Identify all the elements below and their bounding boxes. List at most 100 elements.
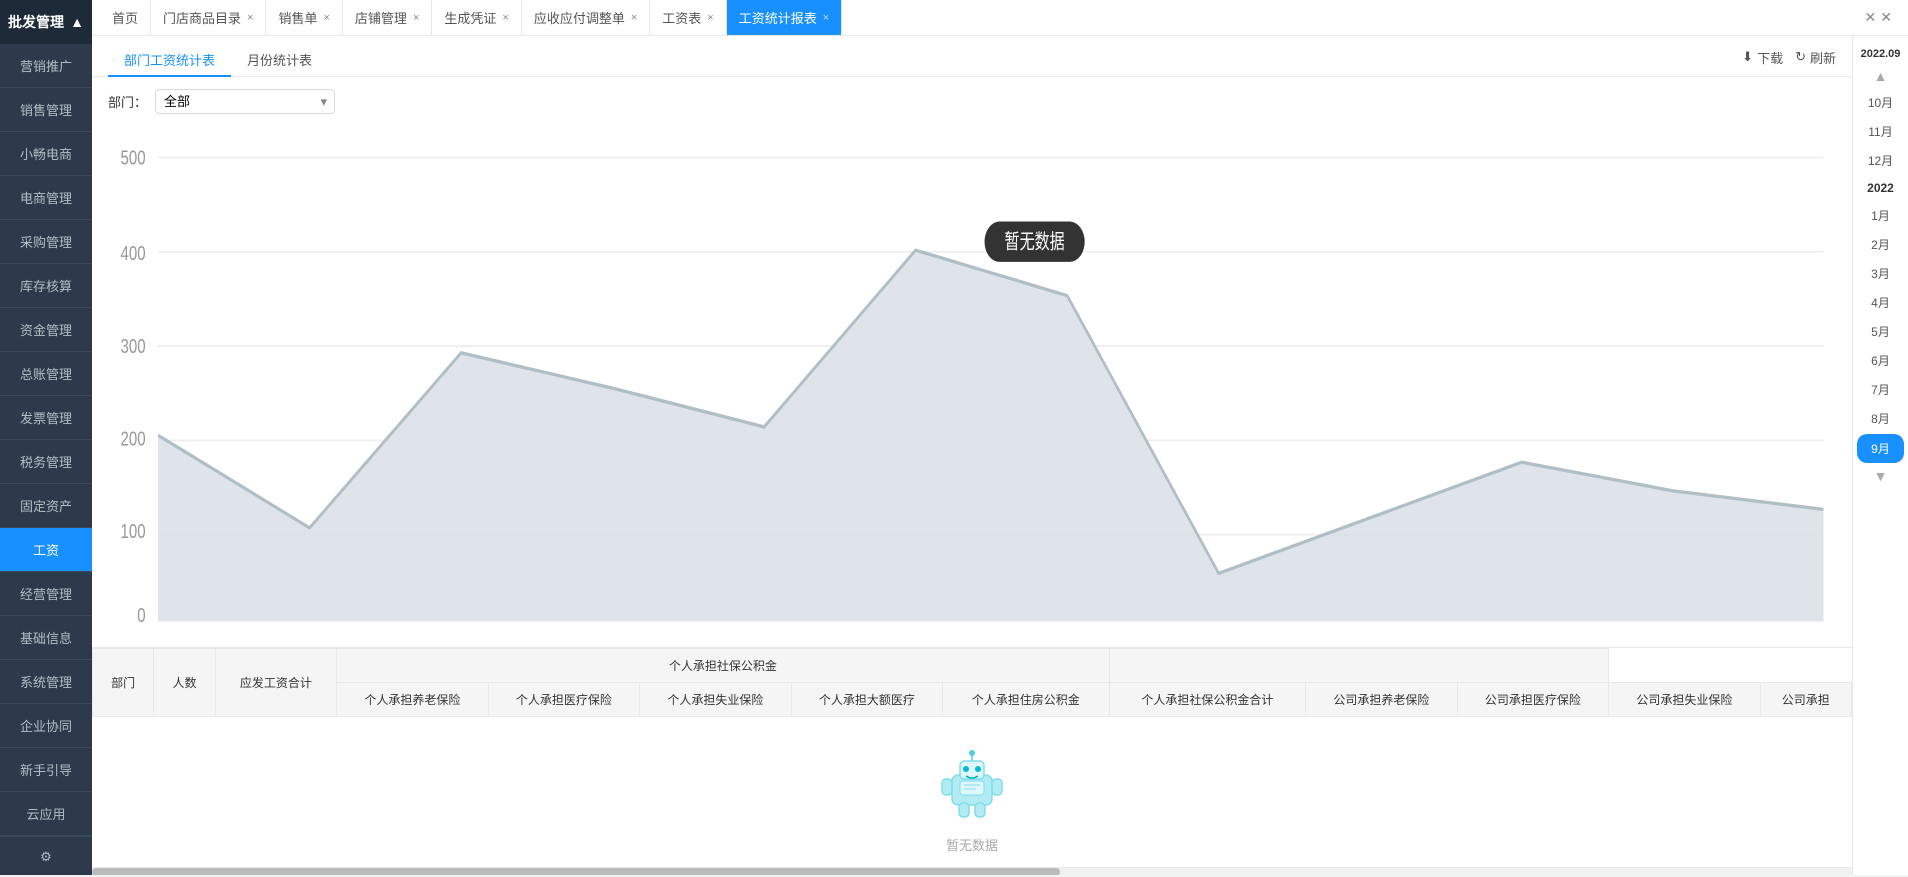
sub-tab-month[interactable]: 月份统计表 — [231, 44, 328, 77]
chart-area: 500 400 300 200 100 0 — [92, 126, 1852, 647]
table-empty-label: 暂无数据 — [946, 835, 998, 854]
horizontal-scrollbar[interactable] — [92, 867, 1852, 875]
th-total-salary: 应发工资合计 — [215, 649, 336, 717]
sidebar-item-xsyd[interactable]: 新手引导 — [0, 748, 92, 792]
timeline-item-sep[interactable]: 9月 — [1857, 434, 1904, 463]
sub-tab-dept[interactable]: 部门工资统计表 — [108, 44, 231, 77]
refresh-button[interactable]: ↻ 刷新 — [1795, 48, 1836, 67]
main-content: 首页 门店商品目录 × 销售单 × 店铺管理 × 生成凭证 × 应收应付调整单 … — [92, 0, 1908, 875]
timeline-item-may[interactable]: 5月 — [1853, 317, 1908, 346]
tab-voucher[interactable]: 生成凭证 × — [432, 0, 521, 36]
sub-tab-bar: 部门工资统计表 月份统计表 ⬇ 下载 ↻ 刷新 — [92, 36, 1852, 77]
sidebar-item-xtgl[interactable]: 系统管理 — [0, 660, 92, 704]
th-c-pension: 公司承担养老保险 — [1306, 683, 1457, 717]
timeline-item-mar[interactable]: 3月 — [1853, 259, 1908, 288]
svg-text:100: 100 — [120, 520, 145, 543]
th-p-housing: 个人承担住房公积金 — [943, 683, 1110, 717]
timeline-item-jul[interactable]: 7月 — [1853, 375, 1908, 404]
tab-close-sales[interactable]: × — [323, 12, 329, 24]
timeline-up-arrow[interactable]: ▲ — [1870, 64, 1892, 88]
timeline-item-dec[interactable]: 12月 — [1853, 146, 1908, 175]
dept-filter-wrap: 全部 — [155, 89, 335, 114]
tab-payroll-report[interactable]: 工资统计报表 × — [727, 0, 842, 36]
tab-close-ar-ap[interactable]: × — [631, 12, 637, 24]
th-c-medical: 公司承担医疗保险 — [1457, 683, 1608, 717]
timeline-item-oct[interactable]: 10月 — [1853, 88, 1908, 117]
download-button[interactable]: ⬇ 下载 — [1742, 48, 1783, 67]
timeline-item-apr[interactable]: 4月 — [1853, 288, 1908, 317]
timeline-year-2022[interactable]: 2022 — [1853, 175, 1908, 201]
th-dept: 部门 — [93, 649, 154, 717]
sidebar-settings[interactable]: ⚙ — [0, 836, 92, 877]
th-p-medical: 个人承担医疗保险 — [488, 683, 639, 717]
th-count: 人数 — [154, 649, 215, 717]
content-area: 部门工资统计表 月份统计表 ⬇ 下载 ↻ 刷新 — [92, 36, 1908, 875]
th-p-pension: 个人承担养老保险 — [337, 683, 488, 717]
svg-text:300: 300 — [120, 335, 145, 358]
timeline-item-nov[interactable]: 11月 — [1853, 117, 1908, 146]
sidebar: 批发管理 ▲ 营销推广 销售管理 小畅电商 电商管理 采购管理 库存核算 资金管… — [0, 0, 92, 875]
timeline-item-jun[interactable]: 6月 — [1853, 346, 1908, 375]
sidebar-item-xcdss[interactable]: 小畅电商 — [0, 132, 92, 176]
gear-icon: ⚙ — [40, 849, 52, 864]
close-all-icon[interactable]: ✕ — [1865, 9, 1877, 26]
tab-close-payroll[interactable]: × — [707, 12, 713, 24]
sidebar-item-dssl[interactable]: 电商管理 — [0, 176, 92, 220]
sidebar-item-cggl[interactable]: 采购管理 — [0, 220, 92, 264]
timeline-panel: 2022.09 ▲ 10月 11月 12月 2022 1月 2月 3月 4月 5… — [1852, 36, 1908, 875]
svg-text:500: 500 — [120, 146, 145, 169]
tab-bar-actions: ✕ ✕ — [1857, 9, 1900, 26]
tab-close-payroll-report[interactable]: × — [823, 12, 829, 24]
table-area: 部门 人数 应发工资合计 个人承担社保公积金 个人承担养老保险 个人承担医疗保险… — [92, 647, 1852, 867]
tab-close-voucher[interactable]: × — [502, 12, 508, 24]
dept-filter-select[interactable]: 全部 — [155, 89, 335, 114]
sidebar-item-jcxx[interactable]: 基础信息 — [0, 616, 92, 660]
svg-text:400: 400 — [120, 242, 145, 265]
filter-bar: 部门： 全部 — [92, 77, 1852, 126]
tab-payroll[interactable]: 工资表 × — [650, 0, 726, 36]
sidebar-item-yxtt[interactable]: 营销推广 — [0, 44, 92, 88]
sidebar-title: 批发管理 — [8, 12, 64, 32]
sidebar-header[interactable]: 批发管理 ▲ — [0, 0, 92, 44]
download-icon: ⬇ — [1742, 49, 1753, 65]
sidebar-item-kchsj[interactable]: 库存核算 — [0, 264, 92, 308]
tab-sales[interactable]: 销售单 × — [266, 0, 342, 36]
tab-bar: 首页 门店商品目录 × 销售单 × 店铺管理 × 生成凭证 × 应收应付调整单 … — [92, 0, 1908, 36]
timeline-item-aug[interactable]: 8月 — [1853, 404, 1908, 433]
sidebar-item-gz[interactable]: 工资 — [0, 528, 92, 572]
table-empty-state: 暂无数据 — [92, 717, 1852, 867]
sidebar-item-xsgl[interactable]: 销售管理 — [0, 88, 92, 132]
tab-bar-close-icon[interactable]: ✕ — [1880, 9, 1892, 26]
sidebar-item-zzgl[interactable]: 总账管理 — [0, 352, 92, 396]
tab-close-store-catalog[interactable]: × — [247, 12, 253, 24]
sidebar-item-swgl[interactable]: 税务管理 — [0, 440, 92, 484]
empty-robot-icon — [932, 747, 1012, 827]
timeline-item-jan[interactable]: 1月 — [1853, 201, 1908, 230]
dept-filter-label: 部门： — [108, 92, 147, 111]
sidebar-item-qytx[interactable]: 企业协同 — [0, 704, 92, 748]
sidebar-item-fpgl[interactable]: 发票管理 — [0, 396, 92, 440]
data-table: 部门 人数 应发工资合计 个人承担社保公积金 个人承担养老保险 个人承担医疗保险… — [92, 648, 1852, 717]
th-p-major-medical: 个人承担大额医疗 — [791, 683, 942, 717]
tab-ar-ap[interactable]: 应收应付调整单 × — [522, 0, 650, 36]
sidebar-item-jygl[interactable]: 经营管理 — [0, 572, 92, 616]
timeline-item-feb[interactable]: 2月 — [1853, 230, 1908, 259]
svg-text:200: 200 — [120, 427, 145, 450]
sidebar-item-yyyf[interactable]: 云应用 — [0, 792, 92, 836]
th-p-total: 个人承担社保公积金合计 — [1109, 683, 1306, 717]
sidebar-item-gdzcgl[interactable]: 固定资产 — [0, 484, 92, 528]
th-c-unemployment: 公司承担失业保险 — [1609, 683, 1760, 717]
page: 部门工资统计表 月份统计表 ⬇ 下载 ↻ 刷新 — [92, 36, 1852, 875]
tab-close-shop-mgmt[interactable]: × — [413, 12, 419, 24]
tab-store-catalog[interactable]: 门店商品目录 × — [151, 0, 266, 36]
tab-shop-mgmt[interactable]: 店铺管理 × — [343, 0, 432, 36]
timeline-current-label: 2022.09 — [1859, 44, 1903, 64]
th-personal-insurance-group: 个人承担社保公积金 — [337, 649, 1109, 683]
sidebar-toggle-icon: ▲ — [70, 14, 84, 30]
th-c-other: 公司承担 — [1760, 683, 1851, 717]
timeline-down-arrow[interactable]: ▼ — [1870, 464, 1892, 488]
sidebar-item-zjgl[interactable]: 资金管理 — [0, 308, 92, 352]
horizontal-scrollbar-thumb[interactable] — [92, 868, 1060, 875]
tab-home[interactable]: 首页 — [100, 0, 151, 36]
th-p-unemployment: 个人承担失业保险 — [640, 683, 791, 717]
